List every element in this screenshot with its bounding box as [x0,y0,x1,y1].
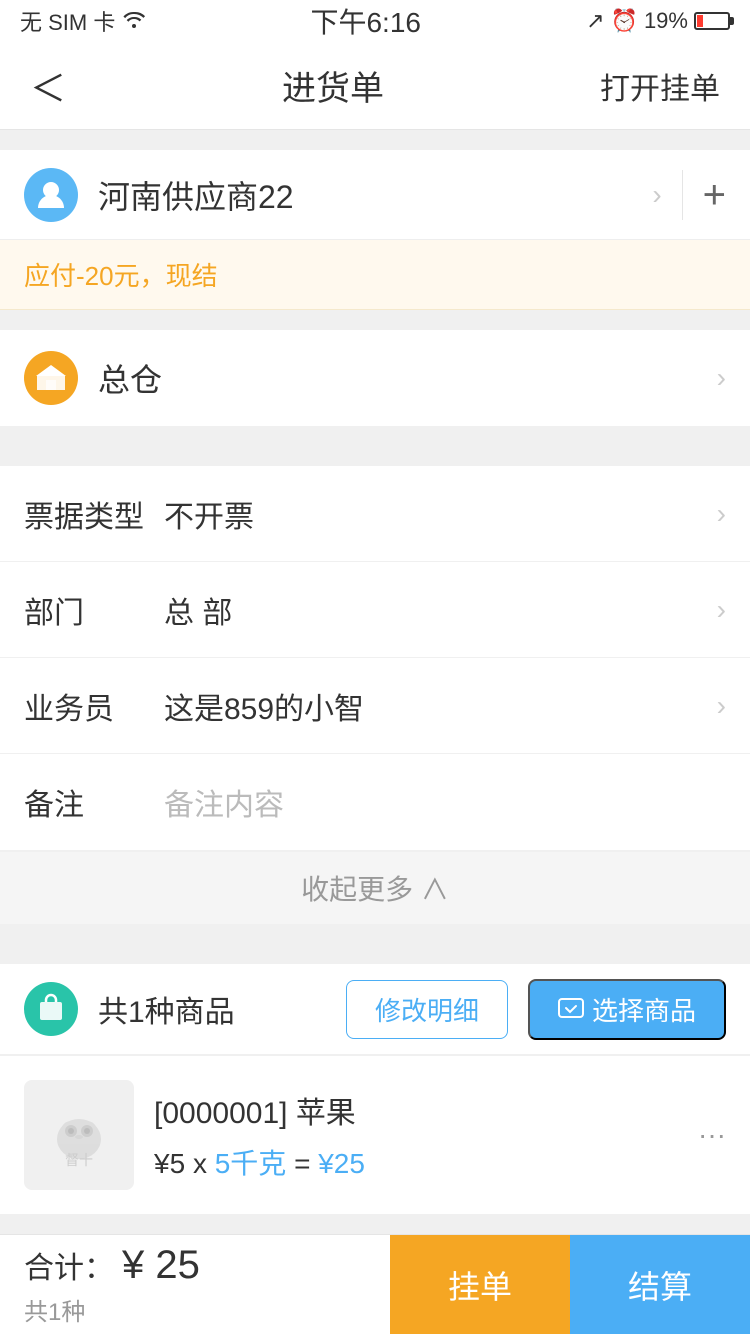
product-price: ¥5 x 5千克 = ¥25 [154,1142,678,1182]
invoice-row[interactable]: 票据类型 不开票 › [0,466,750,562]
dept-label: 部门 [24,588,144,632]
supplier-row[interactable]: 河南供应商22 › + [0,150,750,240]
add-supplier-button[interactable]: + [703,175,726,215]
select-product-button[interactable]: 选择商品 [528,979,726,1040]
status-time: 下午6:16 [310,1,421,41]
total-main: 合计： ¥ 25 [24,1243,366,1288]
bottom-bar: 合计： ¥ 25 共1种 挂单 结算 [0,1234,750,1334]
product-title: 苹果 [296,1097,356,1130]
location-icon: ↗ [586,8,604,34]
alarm-icon: ⏰ [611,8,638,34]
open-hang-button[interactable]: 打开挂单 [600,64,720,108]
supplier-name: 河南供应商22 [98,172,652,218]
status-left: 无 SIM 卡 [20,5,145,37]
form-section: 票据类型 不开票 › 部门 总 部 › 业务员 这是859的小智 › 备注 备注… [0,466,750,850]
battery-percent: 19% [644,8,688,34]
warehouse-chevron-icon: › [717,362,726,394]
battery-fill [697,15,703,27]
dept-chevron-icon: › [717,594,726,626]
warehouse-name: 总仓 [98,355,717,401]
hang-button[interactable]: 挂单 [390,1235,570,1334]
page-title: 进货单 [282,61,384,110]
product-code: [0000001] [154,1097,287,1130]
collapse-label: 收起更多 ∧ [301,868,449,908]
warehouse-icon [24,351,78,405]
supplier-avatar [24,168,78,222]
salesman-row[interactable]: 业务员 这是859的小智 › [0,658,750,754]
wifi-icon [123,8,145,34]
product-thumbnail: 督十 [24,1080,134,1190]
more-options-button[interactable]: ··· [698,1119,726,1151]
product-qty: 5千克 [215,1148,287,1179]
remark-label: 备注 [24,780,144,824]
products-count: 共1种商品 [98,987,326,1031]
invoice-value: 不开票 [164,492,717,536]
product-name: [0000001] 苹果 [154,1088,678,1132]
remark-row[interactable]: 备注 备注内容 [0,754,750,850]
total-section: 合计： ¥ 25 共1种 [0,1243,390,1327]
product-total: ¥25 [318,1148,365,1179]
salesman-chevron-icon: › [717,690,726,722]
svg-text:督十: 督十 [65,1152,93,1168]
section-gap-4 [0,924,750,944]
carrier-text: 无 SIM 卡 [20,5,115,37]
equals-sign: = [294,1148,318,1179]
section-gap-2 [0,310,750,330]
salesman-value: 这是859的小智 [164,684,717,728]
total-label: 合计： [24,1243,114,1287]
invoice-label: 票据类型 [24,492,144,536]
supplier-notice: 应付-20元，现结 [0,240,750,310]
total-sub: 共1种 [24,1292,366,1327]
products-header: 共1种商品 修改明细 选择商品 [0,964,750,1054]
checkout-button[interactable]: 结算 [570,1235,750,1334]
select-product-label: 选择商品 [592,991,696,1028]
total-amount: ¥ 25 [122,1243,200,1288]
divider [682,170,683,220]
product-item: 督十 [0000001] 苹果 ¥5 x 5千克 = ¥25 ··· [0,1056,750,1214]
edit-detail-button[interactable]: 修改明细 [346,980,508,1039]
select-icon [558,994,584,1025]
hang-label: 挂单 [448,1262,512,1308]
price-unit: ¥5 [154,1148,185,1179]
dept-row[interactable]: 部门 总 部 › [0,562,750,658]
supplier-section: 河南供应商22 › + 应付-20元，现结 [0,150,750,310]
collapse-button[interactable]: 收起更多 ∧ [0,852,750,924]
section-gap-1 [0,130,750,150]
dept-value: 总 部 [164,588,717,632]
invoice-chevron-icon: › [717,498,726,530]
nav-bar: ＜ 进货单 打开挂单 [0,42,750,130]
battery-icon [694,12,730,30]
chevron-right-icon: › [652,179,661,211]
status-bar: 无 SIM 卡 下午6:16 ↗ ⏰ 19% [0,0,750,42]
salesman-label: 业务员 [24,684,144,728]
checkout-label: 结算 [628,1262,692,1308]
product-info: [0000001] 苹果 ¥5 x 5千克 = ¥25 [154,1088,678,1182]
warehouse-row[interactable]: 总仓 › [0,330,750,426]
status-right: ↗ ⏰ 19% [586,8,730,34]
products-icon [24,982,78,1036]
remark-input[interactable]: 备注内容 [164,780,726,824]
multiply-sign: x [193,1148,215,1179]
back-button[interactable]: ＜ [30,60,66,112]
section-gap-3 [0,426,750,446]
warehouse-section: 总仓 › [0,330,750,426]
